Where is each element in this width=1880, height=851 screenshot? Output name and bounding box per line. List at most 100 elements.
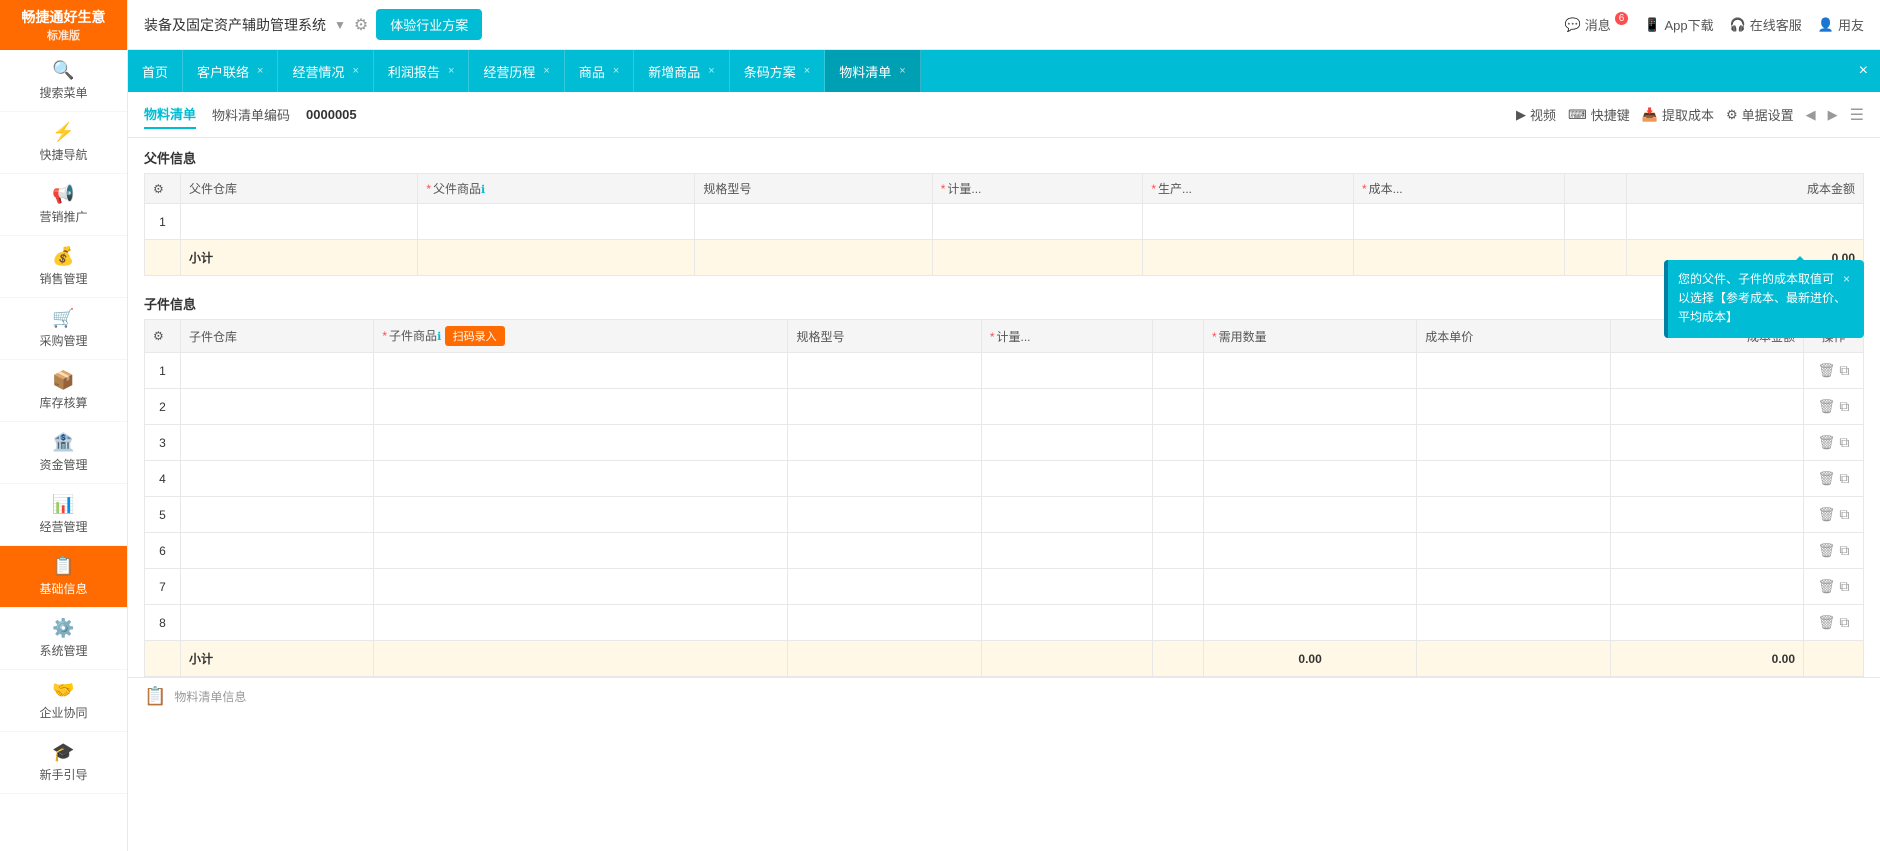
delete-icon-2[interactable]: 🗑 [1818,398,1836,415]
child-spec-6[interactable] [788,533,981,569]
nav-tab-close-8[interactable]: × [899,65,905,77]
child-product-8[interactable] [374,605,788,641]
extract-cost-action[interactable]: 📥 提取成本 [1642,105,1714,124]
child-product-5[interactable] [374,497,788,533]
child-product-6[interactable] [374,533,788,569]
copy-icon-8[interactable]: ⧉ [1839,614,1849,631]
copy-icon-4[interactable]: ⧉ [1839,470,1849,487]
dropdown-arrow-icon[interactable]: ▼ [334,18,346,32]
sidebar-item-marketing[interactable]: 📢 营销推广 [0,174,127,236]
app-download-item[interactable]: 📱 App下载 [1644,15,1713,34]
sidebar-item-purchase[interactable]: 🛒 采购管理 [0,298,127,360]
settings-icon[interactable]: ⚙ [354,15,368,35]
sidebar-item-guide[interactable]: 🎓 新手引导 [0,732,127,794]
scan-btn[interactable]: 扫码录入 [445,326,505,346]
copy-icon-7[interactable]: ⧉ [1839,578,1849,595]
copy-icon-3[interactable]: ⧉ [1839,434,1849,451]
child-warehouse-2[interactable] [181,389,374,425]
child-req-qty-2[interactable] [1203,389,1416,425]
sidebar-item-enterprise[interactable]: 🤝 企业协同 [0,670,127,732]
nav-right-icon[interactable]: ▶ [1828,107,1838,123]
child-unit-2[interactable] [981,389,1153,425]
delete-icon-1[interactable]: 🗑 [1818,362,1836,379]
sidebar-item-inventory[interactable]: 📦 库存核算 [0,360,127,422]
child-product-3[interactable] [374,425,788,461]
nav-tab-6[interactable]: 新增商品× [634,50,729,92]
child-req-qty-7[interactable] [1203,569,1416,605]
child-unit-cost-7[interactable] [1417,569,1610,605]
delete-icon-4[interactable]: 🗑 [1818,470,1836,487]
child-spec-2[interactable] [788,389,981,425]
parent-production-cell[interactable] [1143,204,1354,240]
nav-tab-close-4[interactable]: × [543,65,549,77]
child-action-1[interactable]: 🗑 ⧉ [1804,353,1864,389]
child-warehouse-7[interactable] [181,569,374,605]
sidebar-item-operations[interactable]: 📊 经营管理 [0,484,127,546]
copy-icon-1[interactable]: ⧉ [1839,362,1849,379]
child-action-7[interactable]: 🗑 ⧉ [1804,569,1864,605]
single-settings-action[interactable]: ⚙ 单据设置 [1726,105,1794,124]
nav-tab-close-3[interactable]: × [448,65,454,77]
nav-close-all-btn[interactable]: × [1847,50,1880,92]
child-warehouse-1[interactable] [181,353,374,389]
nav-tab-4[interactable]: 经营历程× [469,50,564,92]
sub-tab-bill[interactable]: 物料清单 [144,100,196,129]
parent-warehouse-cell[interactable] [181,204,418,240]
sidebar-item-quick-nav[interactable]: ⚡ 快捷导航 [0,112,127,174]
menu-icon[interactable]: ☰ [1850,105,1864,125]
child-req-qty-6[interactable] [1203,533,1416,569]
parent-spec-cell[interactable] [695,204,932,240]
child-action-5[interactable]: 🗑 ⧉ [1804,497,1864,533]
delete-icon-8[interactable]: 🗑 [1818,614,1836,631]
child-spec-8[interactable] [788,605,981,641]
child-warehouse-8[interactable] [181,605,374,641]
child-product-7[interactable] [374,569,788,605]
message-item[interactable]: 💬 消息 6 [1565,15,1629,34]
nav-tab-close-2[interactable]: × [352,65,358,77]
child-warehouse-5[interactable] [181,497,374,533]
child-action-6[interactable]: 🗑 ⧉ [1804,533,1864,569]
child-unit-cost-8[interactable] [1417,605,1610,641]
nav-tab-2[interactable]: 经营情况× [278,50,373,92]
nav-tab-1[interactable]: 客户联络× [183,50,278,92]
parent-cost-cell[interactable] [1353,204,1564,240]
nav-tab-8[interactable]: 物料清单× [825,50,920,92]
child-product-4[interactable] [374,461,788,497]
tooltip-close-btn[interactable]: × [1843,270,1850,289]
online-service-item[interactable]: 🎧 在线客服 [1730,15,1802,34]
child-unit-cost-2[interactable] [1417,389,1610,425]
child-unit-3[interactable] [981,425,1153,461]
child-req-qty-8[interactable] [1203,605,1416,641]
child-req-qty-4[interactable] [1203,461,1416,497]
delete-icon-6[interactable]: 🗑 [1818,542,1836,559]
copy-icon-5[interactable]: ⧉ [1839,506,1849,523]
child-spec-7[interactable] [788,569,981,605]
nav-tab-3[interactable]: 利润报告× [374,50,469,92]
child-warehouse-4[interactable] [181,461,374,497]
child-unit-1[interactable] [981,353,1153,389]
nav-tab-0[interactable]: 首页 [128,50,183,92]
child-action-4[interactable]: 🗑 ⧉ [1804,461,1864,497]
nav-tab-close-1[interactable]: × [257,65,263,77]
delete-icon-5[interactable]: 🗑 [1818,506,1836,523]
child-req-qty-1[interactable] [1203,353,1416,389]
user-item[interactable]: 👤 用友 [1818,15,1864,34]
nav-tab-close-7[interactable]: × [804,65,810,77]
delete-icon-7[interactable]: 🗑 [1818,578,1836,595]
child-unit-cost-3[interactable] [1417,425,1610,461]
child-unit-cost-5[interactable] [1417,497,1610,533]
nav-tab-5[interactable]: 商品× [565,50,634,92]
child-spec-4[interactable] [788,461,981,497]
sidebar-item-search[interactable]: 🔍 搜索菜单 [0,50,127,112]
child-warehouse-3[interactable] [181,425,374,461]
nav-tab-7[interactable]: 条码方案× [730,50,825,92]
nav-tab-close-6[interactable]: × [708,65,714,77]
child-product-2[interactable] [374,389,788,425]
parent-unit-cell[interactable] [932,204,1143,240]
child-unit-8[interactable] [981,605,1153,641]
child-product-1[interactable] [374,353,788,389]
child-action-3[interactable]: 🗑 ⧉ [1804,425,1864,461]
parent-product-cell[interactable] [418,204,695,240]
child-unit-cost-1[interactable] [1417,353,1610,389]
nav-tab-close-5[interactable]: × [613,65,619,77]
